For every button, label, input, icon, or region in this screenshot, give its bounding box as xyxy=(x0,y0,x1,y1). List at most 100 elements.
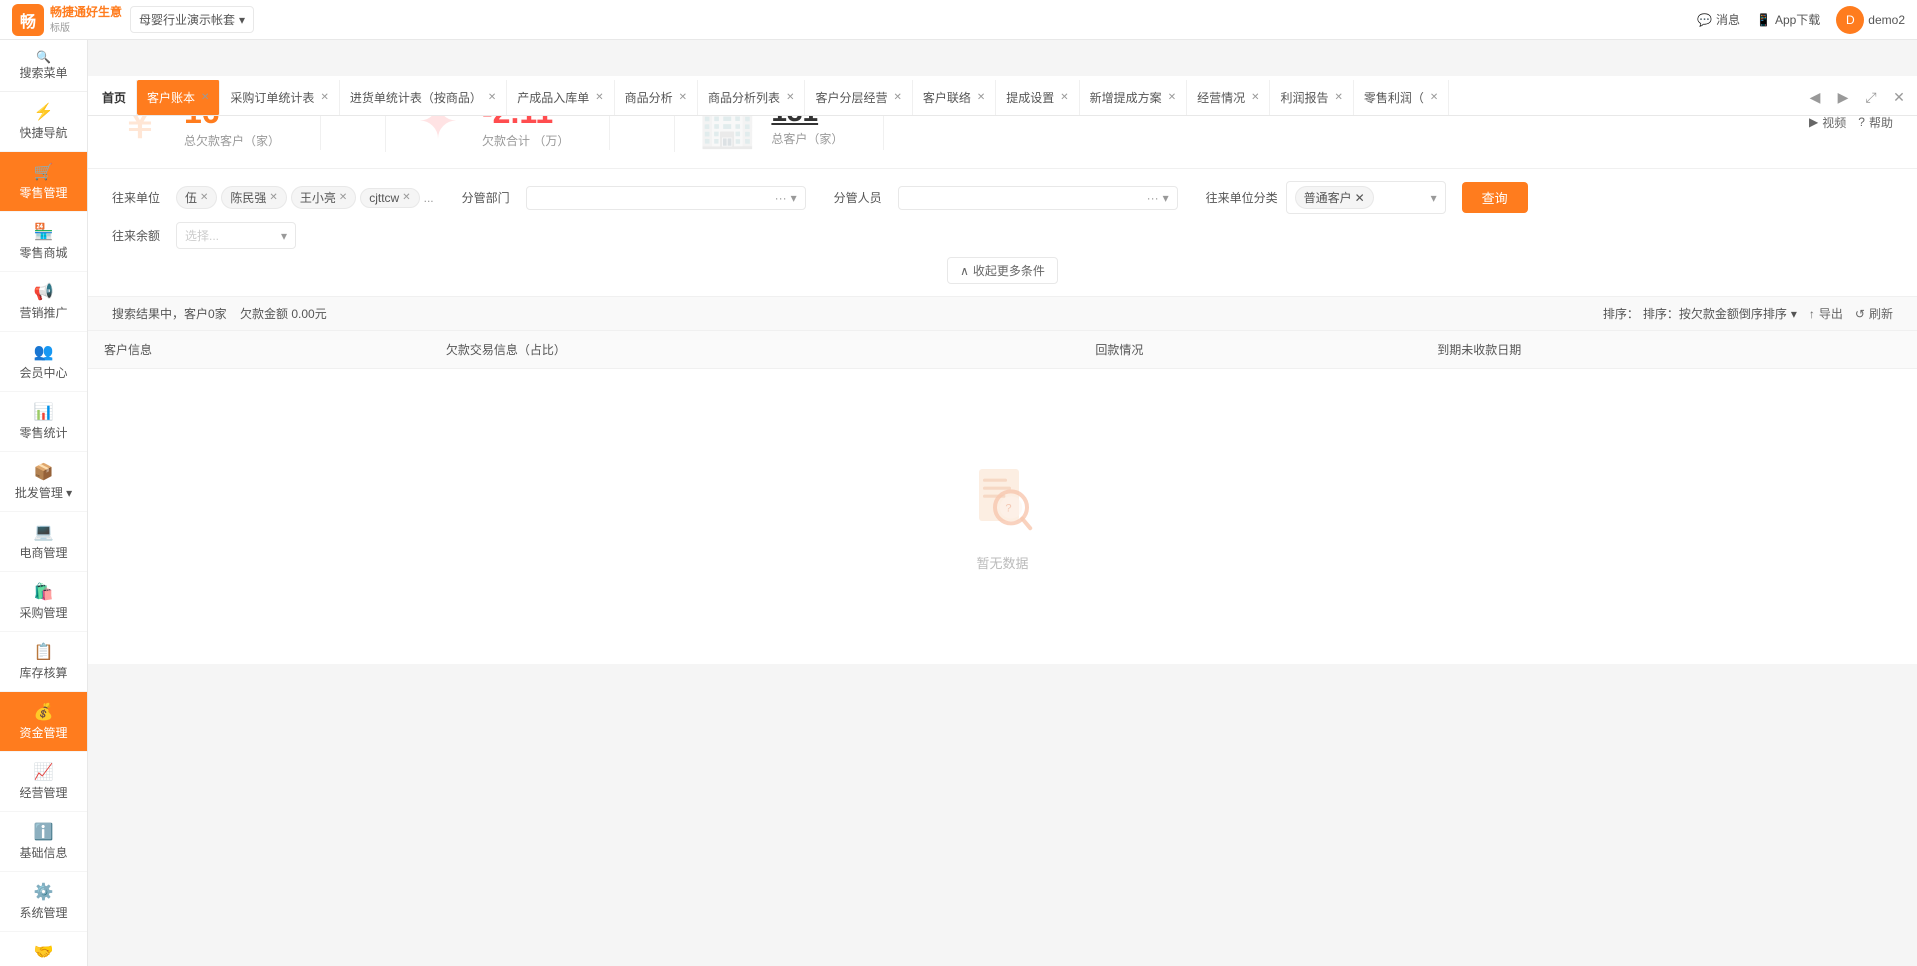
tag-close-wu[interactable]: ✕ xyxy=(200,192,208,203)
tab-business-situation[interactable]: 经营情况 ✕ xyxy=(1187,80,1270,115)
tab-close-product-analysis[interactable]: ✕ xyxy=(679,92,687,103)
tab-retail-profit[interactable]: 零售利润（ ✕ xyxy=(1354,80,1449,115)
tab-close-promotion-settings[interactable]: ✕ xyxy=(1060,92,1068,103)
tab-inbound-stats[interactable]: 进货单统计表（按商品） ✕ xyxy=(340,80,507,115)
search-icon: 🔍 xyxy=(36,50,51,64)
sidebar-item-marketing[interactable]: 📢 营销推广 xyxy=(0,272,87,332)
tab-close-profit-report[interactable]: ✕ xyxy=(1335,92,1343,103)
sidebar-item-ecommerce[interactable]: 💻 电商管理 xyxy=(0,512,87,572)
dept-select[interactable]: ··· ▾ xyxy=(526,186,806,210)
filter-row-1: 往来单位 伍 ✕ 陈民强 ✕ 王小亮 ✕ xyxy=(112,181,1893,214)
tab-close-accounts[interactable]: ✕ xyxy=(201,92,209,103)
refresh-action[interactable]: ↺ 刷新 xyxy=(1855,305,1893,322)
tab-product-analysis[interactable]: 商品分析 ✕ xyxy=(615,80,698,115)
tab-close-retail-profit[interactable]: ✕ xyxy=(1430,92,1438,103)
logo-area: 畅 畅捷通好生意 标版 xyxy=(12,4,122,36)
user-action[interactable]: D demo2 xyxy=(1836,6,1905,34)
tag-close-wang[interactable]: ✕ xyxy=(339,192,347,203)
sidebar-item-enterprise[interactable]: 🤝 企业协同 xyxy=(0,932,87,966)
sidebar-item-business-mgmt[interactable]: 📈 经营管理 xyxy=(0,752,87,812)
avatar: D xyxy=(1836,6,1864,34)
tab-close-customer-segment[interactable]: ✕ xyxy=(893,92,901,103)
tab-customer-segment[interactable]: 客户分层经营 ✕ xyxy=(805,80,912,115)
collapse-button[interactable]: ∧ 收起更多条件 xyxy=(947,257,1058,284)
play-icon: ▶ xyxy=(1809,115,1818,129)
filter-tag-wu[interactable]: 伍 ✕ xyxy=(176,186,217,209)
tab-next-button[interactable]: ▶ xyxy=(1829,80,1857,116)
filter-tag-chen[interactable]: 陈民强 ✕ xyxy=(221,186,286,209)
store-selector[interactable]: 母婴行业演示帐套 ▾ xyxy=(130,6,254,33)
sidebar-search[interactable]: 🔍 搜索菜单 xyxy=(0,40,87,92)
filter-tag-wang[interactable]: 王小亮 ✕ xyxy=(291,186,356,209)
sidebar-item-retail-mall[interactable]: 🏪 零售商城 xyxy=(0,212,87,272)
data-table: 客户信息 欠款交易信息（占比） 回款情况 到期未收款日期 xyxy=(88,331,1917,664)
sidebar-item-system-mgmt[interactable]: ⚙️ 系统管理 xyxy=(0,872,87,932)
balance-select[interactable]: 选择... ▾ xyxy=(176,222,296,249)
sidebar-item-retail-mgmt[interactable]: 🛒 零售管理 xyxy=(0,152,87,212)
tab-close-all-button[interactable]: ✕ xyxy=(1885,80,1913,116)
help-action[interactable]: ? 帮助 xyxy=(1858,114,1893,131)
sidebar-item-basic-info[interactable]: ℹ️ 基础信息 xyxy=(0,812,87,872)
tab-accounts[interactable]: 客户账本 ✕ xyxy=(137,80,220,115)
video-action[interactable]: ▶ 视频 xyxy=(1809,114,1846,131)
sidebar-item-finance-mgmt[interactable]: 💰 资金管理 xyxy=(0,692,87,752)
tab-expand-button[interactable]: ⤢ xyxy=(1857,80,1885,116)
tag-close-chen[interactable]: ✕ xyxy=(269,192,277,203)
quick-nav-icon: ⚡ xyxy=(4,102,83,122)
stats-actions: ▶ 视频 ? 帮助 xyxy=(1809,114,1893,131)
logo-text: 畅捷通好生意 xyxy=(50,5,122,19)
tab-customer-contact[interactable]: 客户联络 ✕ xyxy=(913,80,996,115)
sidebar-item-retail-stats[interactable]: 📊 零售统计 xyxy=(0,392,87,452)
enterprise-icon: 🤝 xyxy=(4,942,83,962)
category-tag-close[interactable]: ✕ xyxy=(1355,191,1365,205)
category-select[interactable]: 普通客户 ✕ ▾ xyxy=(1286,181,1446,214)
tab-bar-actions: ◀ ▶ ⤢ ✕ xyxy=(1801,80,1913,116)
tab-close-business-situation[interactable]: ✕ xyxy=(1251,92,1259,103)
dept-more-icon: ··· xyxy=(775,191,787,205)
export-action[interactable]: ↑ 导出 xyxy=(1809,305,1843,322)
table-body: ? 暂无数据 xyxy=(88,369,1917,665)
stat-label-all-customers: 总客户（家） xyxy=(771,130,843,147)
message-action[interactable]: 💬 消息 xyxy=(1697,11,1740,28)
sort-select[interactable]: 排序： 排序：按欠款金额倒序排序 ▾ xyxy=(1603,305,1797,322)
tab-product-inbound[interactable]: 产成品入库单 ✕ xyxy=(507,80,614,115)
tab-new-promotion[interactable]: 新增提成方案 ✕ xyxy=(1080,80,1187,115)
refresh-icon: ↺ xyxy=(1855,307,1865,321)
tab-profit-report[interactable]: 利润报告 ✕ xyxy=(1270,80,1353,115)
tag-close-cjttcw[interactable]: ✕ xyxy=(402,192,410,203)
person-select[interactable]: ··· ▾ xyxy=(898,186,1178,210)
main-content: 首页 客户账本 ✕ 采购订单统计表 ✕ 进货单统计表（按商品） ✕ 产成品入库单… xyxy=(88,40,1917,966)
sidebar-item-quick-nav[interactable]: ⚡ 快捷导航 xyxy=(0,92,87,152)
sidebar-item-member-center[interactable]: 👥 会员中心 xyxy=(0,332,87,392)
sidebar-item-batch-mgmt[interactable]: 📦 批发管理 ▾ xyxy=(0,452,87,512)
sidebar-item-purchase-mgmt[interactable]: 🛍️ 采购管理 xyxy=(0,572,87,632)
empty-state-icon: ? xyxy=(963,461,1043,541)
tab-close-new-promotion[interactable]: ✕ xyxy=(1168,92,1176,103)
tab-promotion-settings[interactable]: 提成设置 ✕ xyxy=(996,80,1079,115)
filter-more-btn[interactable]: ... xyxy=(424,191,434,205)
tab-purchase-order[interactable]: 采购订单统计表 ✕ xyxy=(220,80,339,115)
filter-tag-cjttcw[interactable]: cjttcw ✕ xyxy=(360,188,419,208)
sidebar-item-inventory[interactable]: 📋 库存核算 xyxy=(0,632,87,692)
tab-product-analysis-list[interactable]: 商品分析列表 ✕ xyxy=(698,80,805,115)
balance-chevron-icon: ▾ xyxy=(281,229,287,243)
app-download-action[interactable]: 📱 App下载 xyxy=(1756,11,1820,28)
tab-home[interactable]: 首页 xyxy=(92,80,137,115)
balance-placeholder: 选择... xyxy=(185,227,219,244)
tab-close-inbound-stats[interactable]: ✕ xyxy=(488,92,496,103)
tab-bar: 首页 客户账本 ✕ 采购订单统计表 ✕ 进货单统计表（按商品） ✕ 产成品入库单… xyxy=(88,80,1917,116)
dept-label: 分管部门 xyxy=(462,189,518,206)
tab-close-customer-contact[interactable]: ✕ xyxy=(977,92,985,103)
person-chevron-icon: ▾ xyxy=(1163,191,1169,205)
top-bar-right: 💬 消息 📱 App下载 D demo2 xyxy=(1697,6,1905,34)
tab-prev-button[interactable]: ◀ xyxy=(1801,80,1829,116)
col-header-debt-info: 欠款交易信息（占比） xyxy=(430,331,1080,369)
tab-close-product-analysis-list[interactable]: ✕ xyxy=(786,92,794,103)
col-header-customer: 客户信息 xyxy=(88,331,430,369)
col-header-due-date: 到期未收款日期 xyxy=(1421,331,1917,369)
retail-mgmt-icon: 🛒 xyxy=(4,162,83,182)
query-button[interactable]: 查询 xyxy=(1462,182,1528,213)
tab-close-purchase-order[interactable]: ✕ xyxy=(320,92,328,103)
retail-mall-icon: 🏪 xyxy=(4,222,83,242)
tab-close-product-inbound[interactable]: ✕ xyxy=(595,92,603,103)
